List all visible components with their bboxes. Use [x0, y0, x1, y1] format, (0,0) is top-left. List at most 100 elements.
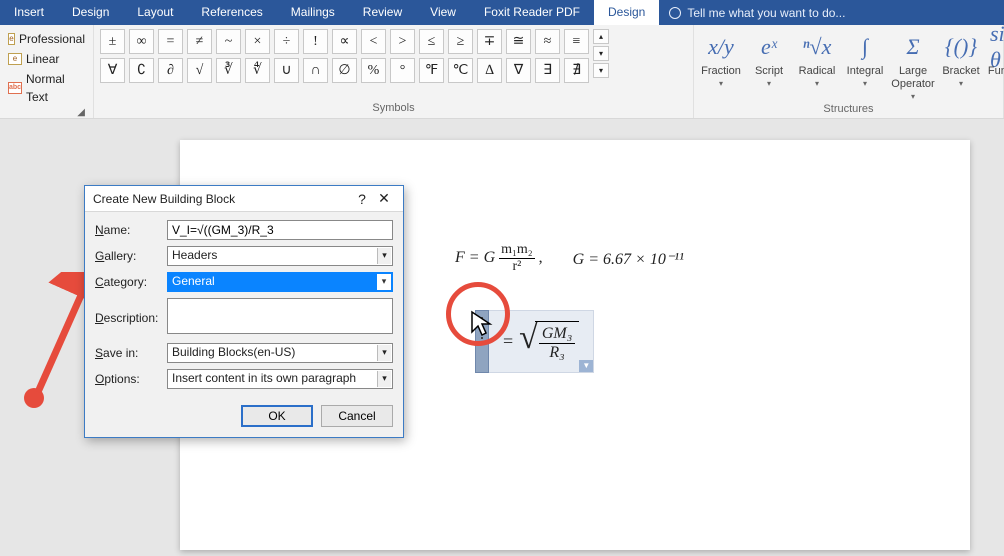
professional-button[interactable]: e Professional [6, 29, 87, 49]
symbol-∪[interactable]: ∪ [274, 58, 299, 83]
gallery-select[interactable]: Headers▾ [167, 246, 393, 266]
dialog-launcher-tools[interactable]: ◢ [6, 107, 87, 118]
symbol->[interactable]: > [390, 29, 415, 54]
equation-options-dropdown[interactable]: ▼ [579, 360, 593, 372]
dialog-help-button[interactable]: ? [351, 191, 373, 207]
symbol-≥[interactable]: ≥ [448, 29, 473, 54]
normal-text-icon: abc [8, 82, 22, 94]
bracket-icon: {()} [945, 29, 977, 65]
symbol-row-1: ±∞=≠~×÷!∝<>≤≥∓≅≈≡▴▾▾ [100, 29, 687, 54]
dialog-title: Create New Building Block [93, 192, 235, 206]
fraction-icon: x/y [708, 29, 734, 65]
tab-insert[interactable]: Insert [0, 0, 58, 25]
structure-function[interactable]: sin θFunction▾ [990, 29, 1004, 88]
chevron-down-icon: ▾ [815, 79, 819, 88]
structure-integral[interactable]: ∫Integral▾ [846, 29, 884, 88]
script-icon: eˣ [761, 29, 777, 65]
symbol-∝[interactable]: ∝ [332, 29, 357, 54]
structure-fraction[interactable]: x/yFraction▾ [702, 29, 740, 88]
symbol-<[interactable]: < [361, 29, 386, 54]
symbol-∆[interactable]: ∆ [477, 58, 502, 83]
symbol-℉[interactable]: ℉ [419, 58, 444, 83]
tab-references[interactable]: References [187, 0, 276, 25]
symbol-≠[interactable]: ≠ [187, 29, 212, 54]
tab-foxit[interactable]: Foxit Reader PDF [470, 0, 594, 25]
name-input[interactable] [167, 220, 393, 240]
symbol-∁[interactable]: ∁ [129, 58, 154, 83]
tab-layout[interactable]: Layout [123, 0, 187, 25]
ok-button[interactable]: OK [241, 405, 313, 427]
symbol-%[interactable]: % [361, 58, 386, 83]
tools-group: e Professional e Linear abc Normal Text … [0, 25, 94, 118]
symbol-∓[interactable]: ∓ [477, 29, 502, 54]
savein-select[interactable]: Building Blocks(en-US)▾ [167, 343, 393, 363]
symbols-group-label: Symbols [100, 100, 687, 114]
symbol-≈[interactable]: ≈ [535, 29, 560, 54]
function-icon: sin θ [990, 29, 1004, 65]
category-select[interactable]: General▾ [167, 272, 393, 292]
professional-icon: e [8, 33, 15, 45]
chevron-down-icon: ▾ [959, 79, 963, 88]
chevron-down-icon: ▾ [719, 79, 723, 88]
symbol-±[interactable]: ± [100, 29, 125, 54]
integral-icon: ∫ [862, 29, 868, 65]
symbol-°[interactable]: ° [390, 58, 415, 83]
tab-design[interactable]: Design [58, 0, 123, 25]
symbols-group: ±∞=≠~×÷!∝<>≤≥∓≅≈≡▴▾▾ ∀∁∂√∛∜∪∩∅%°℉℃∆∇∃∄ S… [94, 25, 694, 118]
symbol-=[interactable]: = [158, 29, 183, 54]
symbol-row-2: ∀∁∂√∛∜∪∩∅%°℉℃∆∇∃∄ [100, 58, 687, 83]
description-input[interactable] [167, 298, 393, 334]
tell-me-placeholder: Tell me what you want to do... [687, 6, 845, 20]
cursor-icon [470, 310, 494, 341]
chevron-down-icon: ▾ [863, 79, 867, 88]
structure-script[interactable]: eˣScript▾ [750, 29, 788, 88]
create-building-block-dialog: Create New Building Block ? ✕ Name: Gall… [84, 185, 404, 438]
ribbon-body: e Professional e Linear abc Normal Text … [0, 25, 1004, 119]
linear-button[interactable]: e Linear [6, 49, 87, 69]
symbol-≅[interactable]: ≅ [506, 29, 531, 54]
tab-equation-design[interactable]: Design [594, 0, 659, 25]
symbol-∄[interactable]: ∄ [564, 58, 589, 83]
tab-view[interactable]: View [416, 0, 470, 25]
symbol-![interactable]: ! [303, 29, 328, 54]
symbol-∞[interactable]: ∞ [129, 29, 154, 54]
symbol-≡[interactable]: ≡ [564, 29, 589, 54]
chevron-down-icon: ▾ [767, 79, 771, 88]
normal-text-button[interactable]: abc Normal Text [6, 69, 87, 107]
tell-me-search[interactable]: Tell me what you want to do... [659, 6, 1004, 20]
tab-review[interactable]: Review [349, 0, 416, 25]
symbol-÷[interactable]: ÷ [274, 29, 299, 54]
options-label: Options: [95, 372, 167, 386]
bulb-icon [669, 7, 681, 19]
name-label: Name: [95, 223, 167, 237]
savein-label: Save in: [95, 346, 167, 360]
structure-radical[interactable]: ⁿ√xRadical▾ [798, 29, 836, 88]
tab-mailings[interactable]: Mailings [277, 0, 349, 25]
symbol-∛[interactable]: ∛ [216, 58, 241, 83]
symbol-×[interactable]: × [245, 29, 270, 54]
structure-bracket[interactable]: {()}Bracket▾ [942, 29, 980, 88]
options-select[interactable]: Insert content in its own paragraph▾ [167, 369, 393, 389]
category-label: Category: [95, 275, 167, 289]
symbol-∀[interactable]: ∀ [100, 58, 125, 83]
symbol-∇[interactable]: ∇ [506, 58, 531, 83]
symbol-∅[interactable]: ∅ [332, 58, 357, 83]
linear-icon: e [8, 53, 22, 65]
ribbon-tabs: Insert Design Layout References Mailings… [0, 0, 1004, 25]
description-label: Description: [95, 311, 167, 325]
structure-large-op[interactable]: ΣLargeOperator▾ [894, 29, 932, 101]
large-op-icon: Σ [906, 29, 919, 65]
symbol-∜[interactable]: ∜ [245, 58, 270, 83]
structures-group-label: Structures [702, 101, 995, 115]
symbol-√[interactable]: √ [187, 58, 212, 83]
chevron-down-icon: ▾ [911, 92, 915, 101]
symbol-℃[interactable]: ℃ [448, 58, 473, 83]
symbol-∂[interactable]: ∂ [158, 58, 183, 83]
dialog-close-button[interactable]: ✕ [373, 190, 395, 207]
cancel-button[interactable]: Cancel [321, 405, 393, 427]
symbol-gallery-spin[interactable]: ▴ [593, 29, 609, 44]
symbol-∩[interactable]: ∩ [303, 58, 328, 83]
symbol-~[interactable]: ~ [216, 29, 241, 54]
symbol-∃[interactable]: ∃ [535, 58, 560, 83]
symbol-≤[interactable]: ≤ [419, 29, 444, 54]
